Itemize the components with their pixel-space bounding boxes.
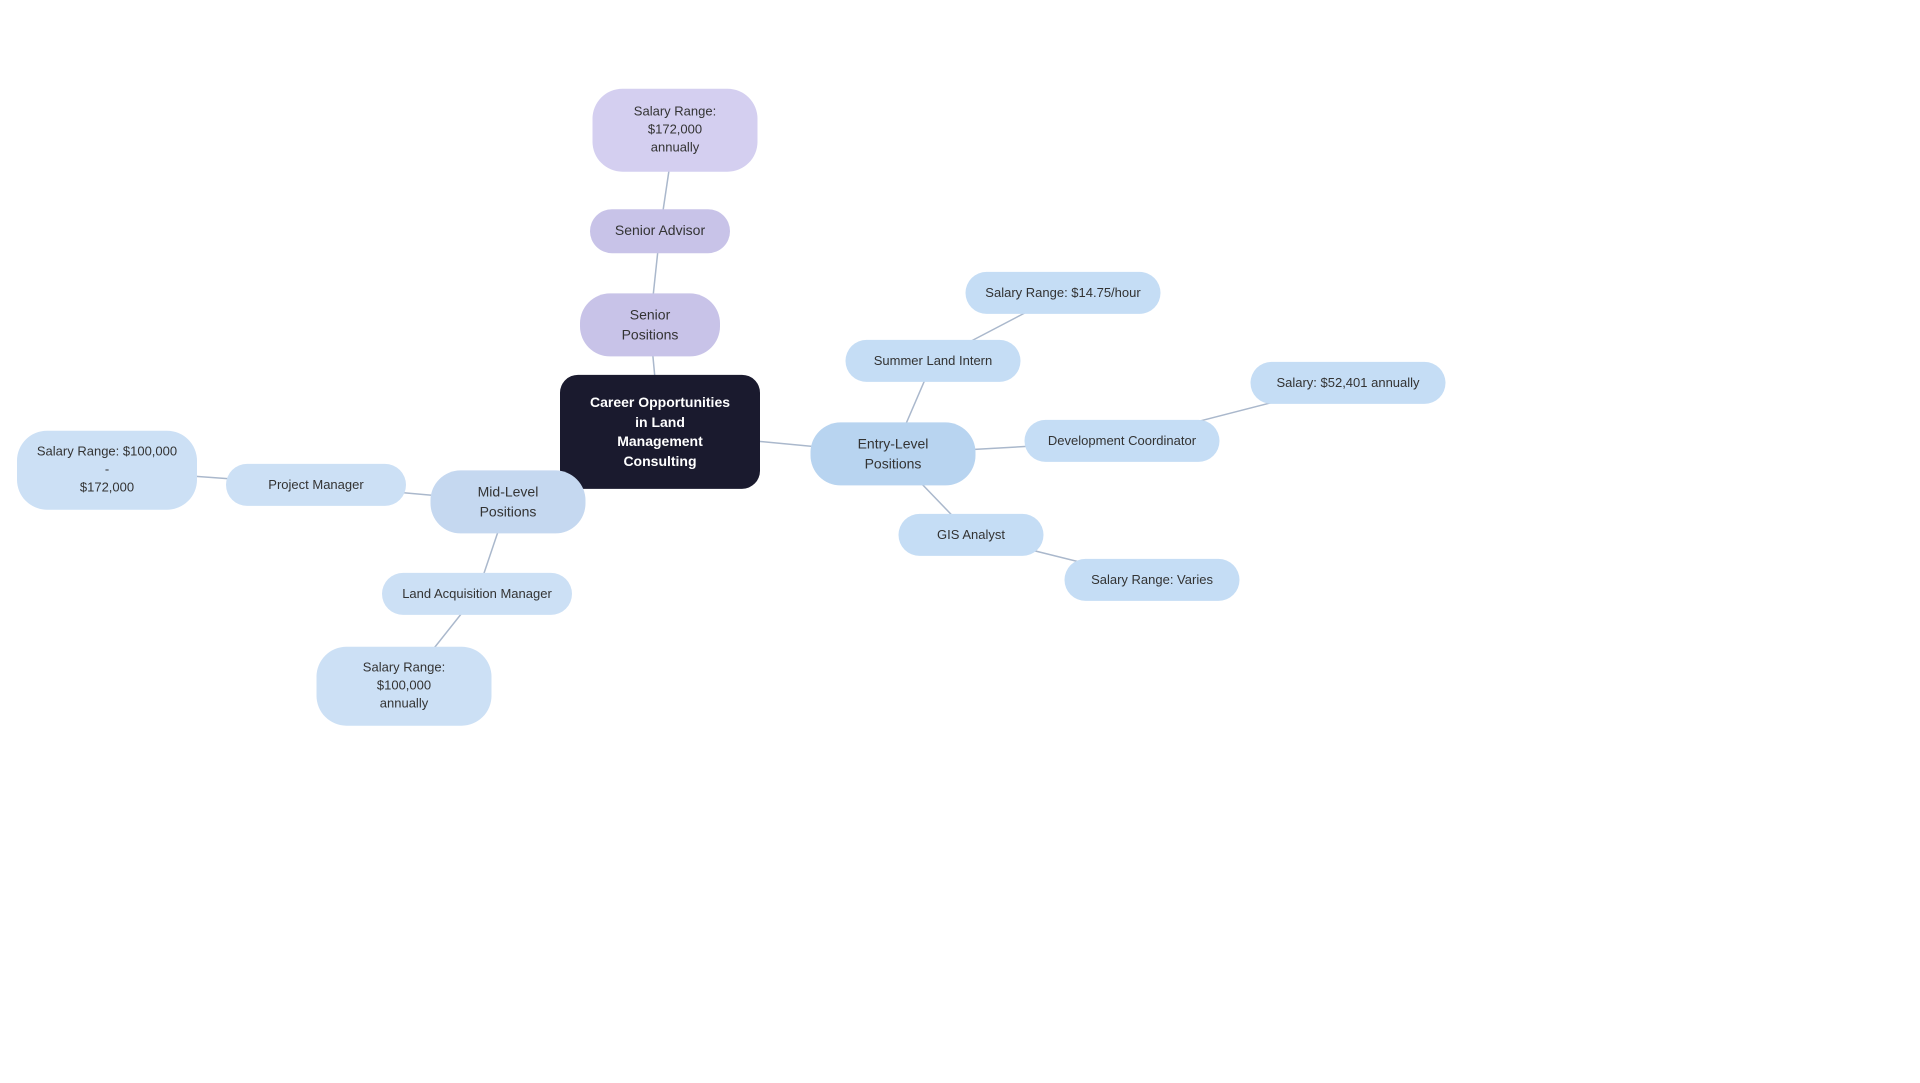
summer-land-intern-node[interactable]: Summer Land Intern [846, 340, 1021, 382]
salary-dev-coord-node[interactable]: Salary: $52,401 annually [1251, 362, 1446, 404]
root-node[interactable]: Career Opportunities in LandManagement C… [560, 375, 760, 489]
mid-level-positions-node[interactable]: Mid-Level Positions [431, 470, 586, 533]
salary-intern-node[interactable]: Salary Range: $14.75/hour [966, 272, 1161, 314]
project-manager-node[interactable]: Project Manager [226, 464, 406, 506]
salary-gis-node[interactable]: Salary Range: Varies [1065, 559, 1240, 601]
gis-analyst-node[interactable]: GIS Analyst [899, 514, 1044, 556]
land-acquisition-node[interactable]: Land Acquisition Manager [382, 573, 572, 615]
salary-land-acquisition-node[interactable]: Salary Range: $100,000annually [317, 647, 492, 726]
salary-senior-advisor-node[interactable]: Salary Range: $172,000annually [593, 89, 758, 172]
senior-positions-node[interactable]: Senior Positions [580, 293, 720, 356]
entry-level-positions-node[interactable]: Entry-Level Positions [811, 422, 976, 485]
senior-advisor-node[interactable]: Senior Advisor [590, 209, 730, 253]
development-coordinator-node[interactable]: Development Coordinator [1025, 420, 1220, 462]
salary-project-manager-node[interactable]: Salary Range: $100,000 -$172,000 [17, 431, 197, 510]
